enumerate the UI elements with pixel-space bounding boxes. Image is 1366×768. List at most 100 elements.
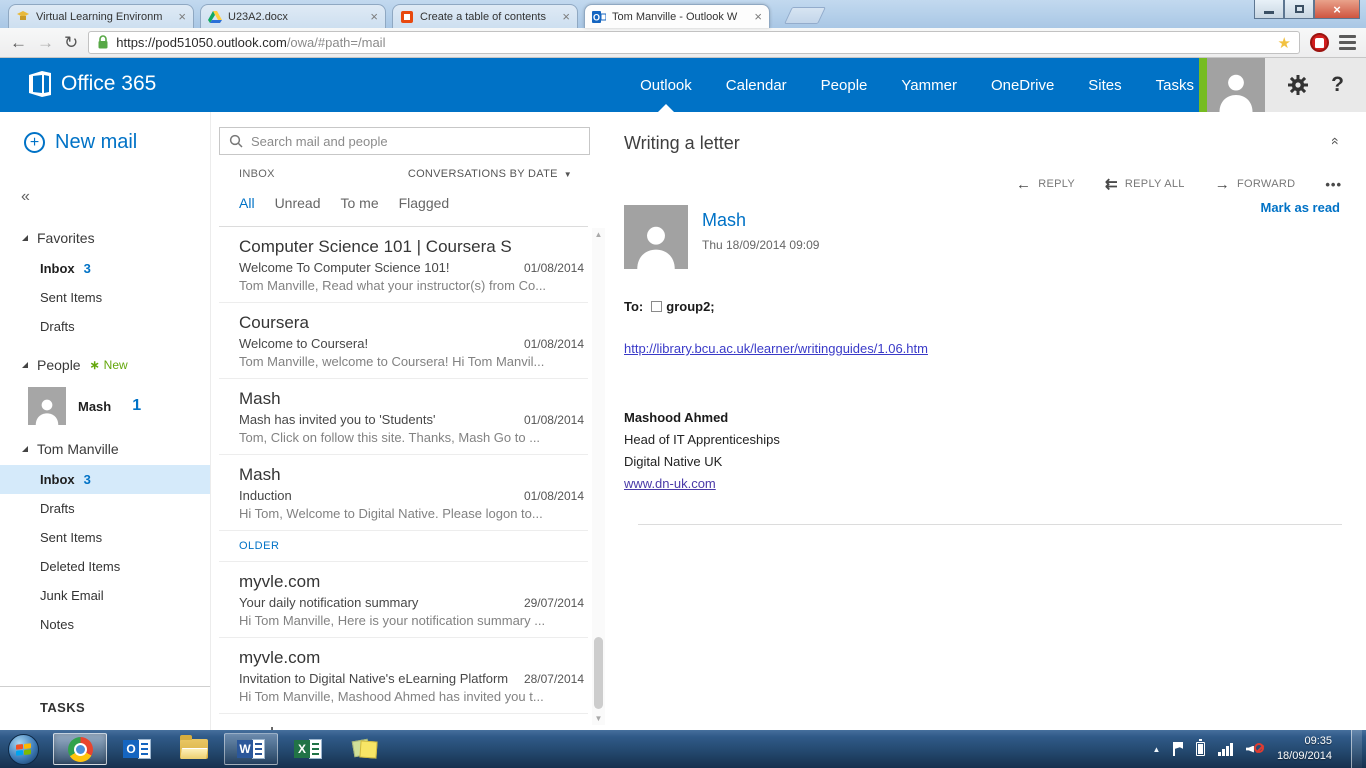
collapse-reading-icon[interactable]: « (1328, 137, 1344, 145)
recipient-name[interactable]: group2; (666, 299, 714, 314)
taskbar-stickynotes-button[interactable] (338, 733, 392, 765)
o365-brand[interactable]: Office 365 (28, 71, 156, 97)
new-mail-button[interactable]: + New mail (24, 131, 210, 154)
nav-tasks[interactable]: Tasks (1156, 58, 1194, 112)
recipient-checkbox[interactable] (651, 301, 663, 312)
show-desktop-button[interactable] (1351, 730, 1362, 768)
scroll-up-icon[interactable]: ▲ (592, 230, 605, 239)
older-section-header[interactable]: OLDER (219, 531, 588, 562)
item-label: Notes (40, 617, 74, 632)
taskbar-clock[interactable]: 09:35 18/09/2014 (1277, 734, 1332, 765)
reply-all-label: REPLY ALL (1124, 178, 1185, 190)
tab-close-icon[interactable]: × (754, 10, 762, 23)
taskbar-excel-button[interactable]: X (281, 733, 335, 765)
mark-as-read-link[interactable]: Mark as read (1261, 200, 1341, 215)
tab-drive-doc[interactable]: U23A2.docx × (200, 4, 386, 28)
chrome-menu-icon[interactable] (1339, 35, 1356, 50)
collapse-pane-icon[interactable]: « (21, 188, 210, 206)
tab-close-icon[interactable]: × (178, 10, 186, 23)
tasks-section[interactable]: TASKS (0, 686, 210, 730)
nav-sites[interactable]: Sites (1088, 58, 1121, 112)
signature-website-link[interactable]: www.dn-uk.com (624, 476, 716, 491)
tab-office-help[interactable]: Create a table of contents × (392, 4, 578, 28)
reply-button[interactable]: ← REPLY (1016, 176, 1075, 193)
sidebar-item-deleted[interactable]: Deleted Items (0, 552, 210, 581)
adblock-extension-icon[interactable] (1310, 33, 1329, 52)
sidebar-item-fav-inbox[interactable]: Inbox 3 (0, 254, 210, 283)
mail-item[interactable]: Computer Science 101 | Coursera S Welcom… (219, 227, 588, 303)
user-avatar[interactable] (1207, 58, 1265, 112)
expand-triangle-icon[interactable] (22, 362, 28, 368)
filter-all[interactable]: All (239, 195, 255, 211)
sidebar-item-drafts[interactable]: Drafts (0, 494, 210, 523)
sidebar-item-fav-drafts[interactable]: Drafts (0, 312, 210, 341)
account-header[interactable]: Tom Manville (0, 433, 210, 465)
mail-item[interactable]: myvle.com Your daily notification summar… (219, 562, 588, 638)
new-tab-button[interactable] (784, 7, 826, 24)
forward-icon[interactable]: → (37, 34, 54, 51)
taskbar-explorer-button[interactable] (167, 733, 221, 765)
hand-icon (1315, 37, 1324, 48)
sidebar-item-fav-sent[interactable]: Sent Items (0, 283, 210, 312)
battery-icon[interactable] (1196, 739, 1206, 756)
taskbar-word-button[interactable]: W (224, 733, 278, 765)
nav-outlook[interactable]: Outlook (640, 58, 692, 112)
people-header[interactable]: People ∗ New (0, 349, 210, 381)
back-icon[interactable]: ← (10, 34, 27, 51)
hidden-icons-arrow[interactable]: ▲ (1153, 745, 1161, 754)
message-header: Mash Thu 18/09/2014 09:09 (624, 205, 1366, 269)
sidebar-item-notes[interactable]: Notes (0, 610, 210, 639)
address-bar[interactable]: https://pod51050.outlook.com/owa/#path=/… (88, 31, 1300, 54)
expand-triangle-icon[interactable] (22, 235, 28, 241)
nav-yammer[interactable]: Yammer (901, 58, 957, 112)
taskbar-chrome-button[interactable] (53, 733, 107, 765)
mail-item[interactable]: Mash Mash has invited you to 'Students' 0… (219, 379, 588, 455)
expand-triangle-icon[interactable] (22, 446, 28, 452)
list-scrollbar[interactable]: ▲ ▼ (592, 228, 605, 725)
close-button[interactable]: × (1314, 0, 1360, 19)
mail-item[interactable]: myvle.com Invitation to Digital Native's… (219, 638, 588, 714)
sort-selector[interactable]: CONVERSATIONS BY DATE ▼ (408, 168, 572, 180)
help-icon[interactable]: ? (1331, 73, 1344, 97)
search-input[interactable] (251, 133, 580, 149)
search-box[interactable] (219, 127, 590, 155)
filter-unread[interactable]: Unread (275, 195, 321, 211)
taskbar-outlook-button[interactable]: O (110, 733, 164, 765)
mail-item[interactable]: Mash Induction 01/08/2014 Hi Tom, Welcome… (219, 455, 588, 531)
favorites-header[interactable]: Favorites (0, 222, 210, 254)
scrollbar-thumb[interactable] (594, 637, 603, 709)
network-signal-icon[interactable] (1218, 742, 1233, 756)
tab-close-icon[interactable]: × (370, 10, 378, 23)
sender-name[interactable]: Mash (702, 210, 819, 231)
contact-mash[interactable]: Mash 1 (28, 387, 210, 425)
forward-button[interactable]: → FORWARD (1215, 176, 1296, 193)
body-hyperlink[interactable]: http://library.bcu.ac.uk/learner/writing… (624, 341, 928, 356)
scroll-down-icon[interactable]: ▼ (592, 714, 605, 723)
minimize-button[interactable] (1254, 0, 1284, 19)
more-actions-button[interactable]: ••• (1325, 177, 1342, 192)
tab-close-icon[interactable]: × (562, 10, 570, 23)
nav-onedrive[interactable]: OneDrive (991, 58, 1054, 112)
tab-outlook-active[interactable]: O Tom Manville - Outlook W × (584, 4, 770, 28)
gear-icon[interactable] (1287, 74, 1309, 96)
action-center-flag-icon[interactable] (1173, 742, 1184, 756)
mail-item[interactable]: myvle.com Invitation to Digital Native's… (219, 714, 588, 730)
system-tray: ▲ 09:35 18/09/2014 (1153, 730, 1366, 768)
sidebar-item-inbox[interactable]: Inbox 3 (0, 465, 210, 494)
start-button[interactable] (8, 733, 39, 765)
maximize-button[interactable] (1284, 0, 1314, 19)
mail-preview: Hi Tom Manville, Here is your notificati… (239, 613, 546, 628)
bookmark-star-icon[interactable]: ★ (1278, 34, 1291, 52)
nav-people[interactable]: People (821, 58, 868, 112)
filter-tome[interactable]: To me (340, 195, 378, 211)
tab-vle[interactable]: Virtual Learning Environm × (8, 4, 194, 28)
volume-muted-icon[interactable] (1245, 742, 1264, 757)
filter-flagged[interactable]: Flagged (399, 195, 450, 211)
refresh-icon[interactable]: ↻ (64, 34, 78, 51)
sidebar-item-junk[interactable]: Junk Email (0, 581, 210, 610)
reply-all-button[interactable]: ⇇ REPLY ALL (1105, 175, 1185, 193)
url-text: https://pod51050.outlook.com/owa/#path=/… (116, 35, 1270, 50)
nav-calendar[interactable]: Calendar (726, 58, 787, 112)
sidebar-item-sent[interactable]: Sent Items (0, 523, 210, 552)
mail-item[interactable]: Coursera Welcome to Coursera! 01/08/2014 … (219, 303, 588, 379)
